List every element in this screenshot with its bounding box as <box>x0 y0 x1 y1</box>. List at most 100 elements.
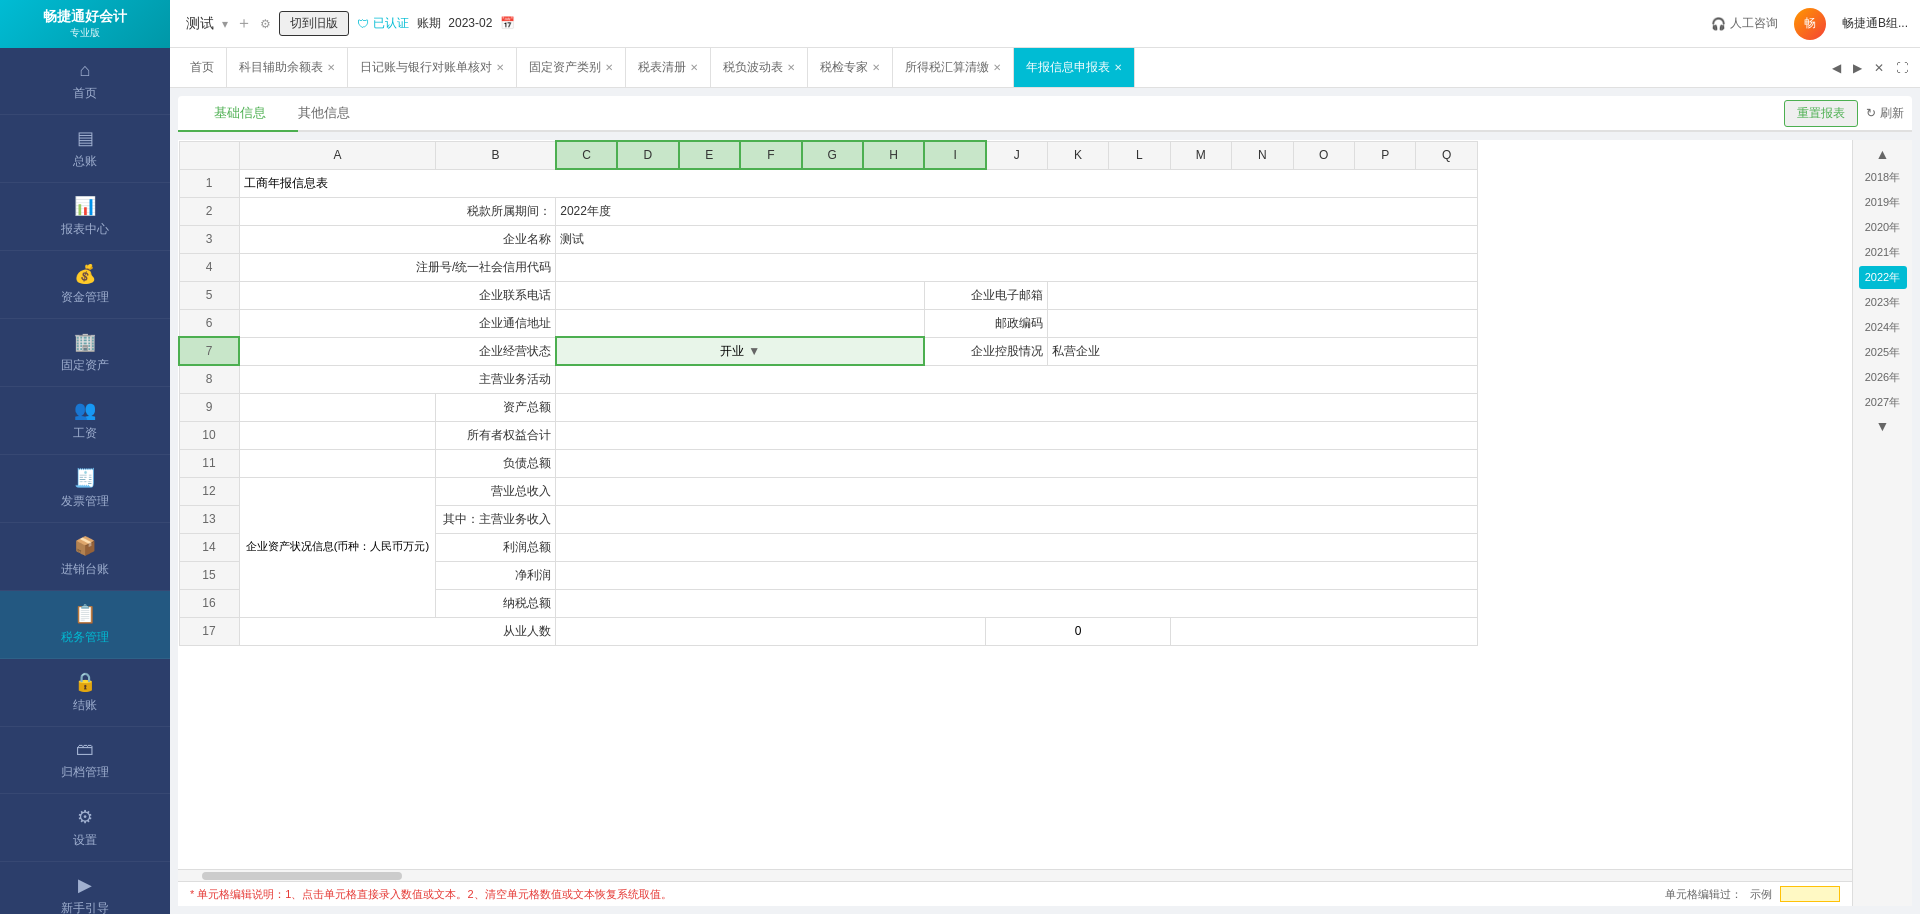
tab-tax-change[interactable]: 税负波动表 ✕ <box>711 48 808 88</box>
sidebar-item-ledger[interactable]: ▤ 总账 <box>0 115 170 183</box>
reg-no-value[interactable] <box>556 253 1478 281</box>
tab-close-tax-return[interactable]: ✕ <box>690 62 698 73</box>
year-item-2019[interactable]: 2019年 <box>1859 191 1907 214</box>
tab-journal[interactable]: 日记账与银行对账单核对 ✕ <box>348 48 517 88</box>
horizontal-scrollbar[interactable] <box>178 869 1852 881</box>
revenue-total-value[interactable] <box>556 477 1478 505</box>
sub-tab-basic[interactable]: 基础信息 <box>198 96 282 132</box>
year-down-button[interactable]: ▼ <box>1865 416 1901 436</box>
col-p[interactable]: P <box>1354 141 1415 169</box>
year-item-2025[interactable]: 2025年 <box>1859 341 1907 364</box>
col-k[interactable]: K <box>1047 141 1108 169</box>
tab-tax-return[interactable]: 税表清册 ✕ <box>626 48 711 88</box>
col-d[interactable]: D <box>617 141 678 169</box>
postcode-value[interactable] <box>1047 309 1477 337</box>
col-h[interactable]: H <box>863 141 924 169</box>
tab-home[interactable]: 首页 <box>178 48 227 88</box>
tab-prev-icon[interactable]: ◀ <box>1828 57 1845 79</box>
tab-close-annual-report[interactable]: ✕ <box>1114 62 1122 73</box>
year-item-2020[interactable]: 2020年 <box>1859 216 1907 239</box>
reset-report-button[interactable]: 重置报表 <box>1784 100 1858 127</box>
tax-total-value[interactable] <box>556 589 1478 617</box>
tab-close-fixed-type[interactable]: ✕ <box>605 62 613 73</box>
sidebar-item-archive[interactable]: 🗃 归档管理 <box>0 727 170 794</box>
email-value[interactable] <box>1047 281 1477 309</box>
year-item-2018[interactable]: 2018年 <box>1859 166 1907 189</box>
period-value-cell[interactable]: 2022年度 <box>556 197 1478 225</box>
sub-tab-other[interactable]: 其他信息 <box>282 96 366 132</box>
tab-close-tax-change[interactable]: ✕ <box>787 62 795 73</box>
liab-value[interactable] <box>556 449 1478 477</box>
col-e[interactable]: E <box>679 141 740 169</box>
old-version-button[interactable]: 切到旧版 <box>279 11 349 36</box>
col-f[interactable]: F <box>740 141 801 169</box>
holding-value[interactable]: 私营企业 <box>1047 337 1477 365</box>
sidebar-item-fixed[interactable]: 🏢 固定资产 <box>0 319 170 387</box>
col-c[interactable]: C <box>556 141 617 169</box>
employee-value3[interactable] <box>1170 617 1477 645</box>
sidebar-item-settings[interactable]: ⚙ 设置 <box>0 794 170 862</box>
main-revenue-value[interactable] <box>556 505 1478 533</box>
address-value[interactable] <box>556 309 925 337</box>
add-company-icon[interactable]: ＋ <box>236 13 252 34</box>
scrollbar-thumb[interactable] <box>202 872 402 880</box>
year-item-2026[interactable]: 2026年 <box>1859 366 1907 389</box>
company-name-value[interactable]: 测试 <box>556 225 1478 253</box>
dropdown-arrow-icon[interactable]: ▼ <box>748 344 760 358</box>
sidebar-item-tax[interactable]: 📋 税务管理 <box>0 591 170 659</box>
year-item-2021[interactable]: 2021年 <box>1859 241 1907 264</box>
col-j[interactable]: J <box>986 141 1047 169</box>
tab-income-tax[interactable]: 所得税汇算清缴 ✕ <box>893 48 1014 88</box>
sidebar-item-report[interactable]: 📊 报表中心 <box>0 183 170 251</box>
col-l[interactable]: L <box>1109 141 1170 169</box>
sidebar-item-invoice[interactable]: 🧾 发票管理 <box>0 455 170 523</box>
calendar-icon[interactable]: 📅 <box>500 16 515 30</box>
tab-next-icon[interactable]: ▶ <box>1849 57 1866 79</box>
refresh-button[interactable]: ↻ 刷新 <box>1866 105 1904 122</box>
company-dropdown-icon[interactable]: ▾ <box>222 17 228 31</box>
year-item-2023[interactable]: 2023年 <box>1859 291 1907 314</box>
tab-nav-buttons: ◀ ▶ ✕ ⛶ <box>1828 57 1912 79</box>
main-biz-value[interactable] <box>556 365 1478 393</box>
tab-fixed-type[interactable]: 固定资产类别 ✕ <box>517 48 626 88</box>
sidebar-item-salary[interactable]: 👥 工资 <box>0 387 170 455</box>
tab-close-income-tax[interactable]: ✕ <box>993 62 1001 73</box>
consult-button[interactable]: 🎧 人工咨询 <box>1711 15 1778 32</box>
employee-value1[interactable] <box>556 617 986 645</box>
employee-value2[interactable]: 0 <box>986 617 1170 645</box>
tab-close-journal[interactable]: ✕ <box>496 62 504 73</box>
settings-icon[interactable]: ⚙ <box>260 17 271 31</box>
col-a[interactable]: A <box>239 141 436 169</box>
sidebar-item-purchase[interactable]: 📦 进销台账 <box>0 523 170 591</box>
sidebar-item-home[interactable]: ⌂ 首页 <box>0 48 170 115</box>
year-item-2022[interactable]: 2022年 <box>1859 266 1907 289</box>
tab-close-all-icon[interactable]: ✕ <box>1870 57 1888 79</box>
sidebar-item-fund[interactable]: 💰 资金管理 <box>0 251 170 319</box>
tab-aux[interactable]: 科目辅助余额表 ✕ <box>227 48 348 88</box>
year-up-button[interactable]: ▲ <box>1865 144 1901 164</box>
tab-close-aux[interactable]: ✕ <box>327 62 335 73</box>
tab-expand-icon[interactable]: ⛶ <box>1892 57 1912 79</box>
assets-value[interactable] <box>556 393 1478 421</box>
year-item-2024[interactable]: 2024年 <box>1859 316 1907 339</box>
col-m[interactable]: M <box>1170 141 1231 169</box>
sheet-scroll[interactable]: A B C D E F G H I J <box>178 140 1852 869</box>
tab-annual-report[interactable]: 年报信息申报表 ✕ <box>1014 48 1135 88</box>
year-item-2027[interactable]: 2027年 <box>1859 391 1907 414</box>
tab-tax-check[interactable]: 税检专家 ✕ <box>808 48 893 88</box>
col-g[interactable]: G <box>802 141 863 169</box>
sidebar-item-close[interactable]: 🔒 结账 <box>0 659 170 727</box>
phone-value[interactable] <box>556 281 925 309</box>
col-q[interactable]: Q <box>1416 141 1478 169</box>
net-profit-value[interactable] <box>556 561 1478 589</box>
table-title[interactable]: 工商年报信息表 <box>239 169 1478 197</box>
profit-total-value[interactable] <box>556 533 1478 561</box>
col-n[interactable]: N <box>1232 141 1293 169</box>
tab-close-tax-check[interactable]: ✕ <box>872 62 880 73</box>
col-o[interactable]: O <box>1293 141 1354 169</box>
sidebar-item-guide[interactable]: ▶ 新手引导 <box>0 862 170 914</box>
biz-status-value[interactable]: 开业 ▼ <box>556 337 925 365</box>
equity-value[interactable] <box>556 421 1478 449</box>
col-b[interactable]: B <box>436 141 556 169</box>
col-i[interactable]: I <box>924 141 985 169</box>
